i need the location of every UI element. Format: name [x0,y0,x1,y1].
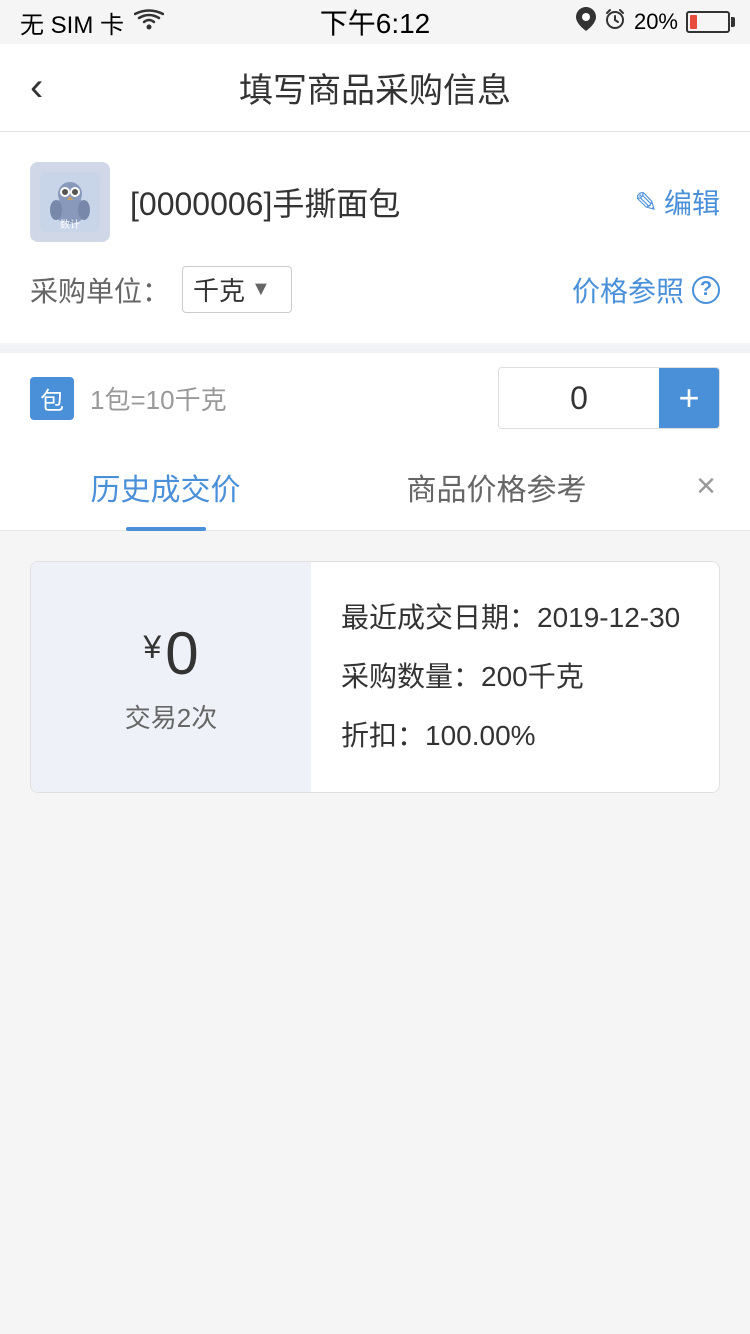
nav-bar: ‹ 填写商品采购信息 [0,44,750,132]
price-right-panel: 最近成交日期：2019-12-30 采购数量：200千克 折扣：100.00% [311,562,719,792]
product-left: 数计 [0000006]手撕面包 [30,162,400,242]
svg-text:数计: 数计 [60,218,80,231]
product-image: 数计 [40,172,100,232]
quantity-plus-button[interactable]: + [659,368,719,428]
recent-date-value: 2019-12-30 [537,602,680,633]
product-card: 数计 [0000006]手撕面包 ✎ 编辑 采购单位： 千克 ▼ 价格参照 ? [0,132,750,343]
purchase-qty-row: 采购数量：200千克 [341,657,689,696]
recent-date-label: 最近成交日期： [341,602,537,633]
location-icon [576,7,596,37]
dropdown-arrow-icon: ▼ [251,278,271,301]
tab-product-price[interactable]: 商品价格参考 [331,443,662,531]
purchase-qty-value: 200千克 [481,661,584,692]
price-ref-help-icon: ? [692,276,720,304]
tabs-container: 历史成交价 商品价格参考 × [0,443,750,531]
quantity-label: 包 1包=10千克 [30,377,227,420]
quantity-input[interactable] [499,368,659,428]
battery-text: 20% [634,9,678,35]
status-left: 无 SIM 卡 [20,5,164,40]
price-amount: ¥ 0 [143,619,198,688]
product-unit-row: 采购单位： 千克 ▼ 价格参照 ? [30,266,720,313]
price-ref-label: 价格参照 [572,270,684,310]
edit-icon: ✎ [635,186,658,219]
sim-text: 无 SIM 卡 [20,5,124,40]
unit-value: 千克 [193,271,245,308]
quantity-input-group: + [498,367,720,429]
tab-history-label: 历史成交价 [91,465,241,509]
discount-label: 折扣： [341,720,425,751]
section-divider [0,345,750,353]
recent-date-row: 最近成交日期：2019-12-30 [341,598,689,637]
battery-icon [686,11,730,33]
purchase-qty-label: 采购数量： [341,661,481,692]
price-trade-count: 交易2次 [125,698,217,735]
edit-label: 编辑 [664,182,720,222]
product-name: [0000006]手撕面包 [130,179,400,225]
price-amount-value: 0 [165,619,198,688]
edit-button[interactable]: ✎ 编辑 [635,182,720,222]
unit-select[interactable]: 千克 ▼ [182,266,292,313]
price-info-section: ¥ 0 交易2次 最近成交日期：2019-12-30 采购数量：200千克 折扣… [0,531,750,823]
alarm-icon [604,8,626,36]
status-time: 下午6:12 [320,2,431,42]
price-reference-button[interactable]: 价格参照 ? [572,270,720,310]
tab-close-button[interactable]: × [662,443,750,531]
wifi-icon [134,8,164,37]
quantity-conversion: 1包=10千克 [90,380,227,417]
tab-history-price[interactable]: 历史成交价 [0,443,331,531]
currency-symbol: ¥ [143,629,161,666]
discount-value: 100.00% [425,720,536,751]
back-button[interactable]: ‹ [30,65,43,110]
tab-active-indicator [126,527,206,531]
tab-product-label: 商品价格参考 [407,465,587,509]
price-left-panel: ¥ 0 交易2次 [31,562,311,792]
status-bar: 无 SIM 卡 下午6:12 [0,0,750,44]
unit-label: 采购单位： [30,270,170,310]
status-right: 20% [576,7,730,37]
price-info-card: ¥ 0 交易2次 最近成交日期：2019-12-30 采购数量：200千克 折扣… [30,561,720,793]
product-thumbnail: 数计 [30,162,110,242]
quantity-unit-badge: 包 [30,377,74,420]
page-title: 填写商品采购信息 [239,63,511,112]
unit-left: 采购单位： 千克 ▼ [30,266,292,313]
product-header: 数计 [0000006]手撕面包 ✎ 编辑 [30,162,720,242]
discount-row: 折扣：100.00% [341,716,689,755]
quantity-section: 包 1包=10千克 + [0,353,750,443]
